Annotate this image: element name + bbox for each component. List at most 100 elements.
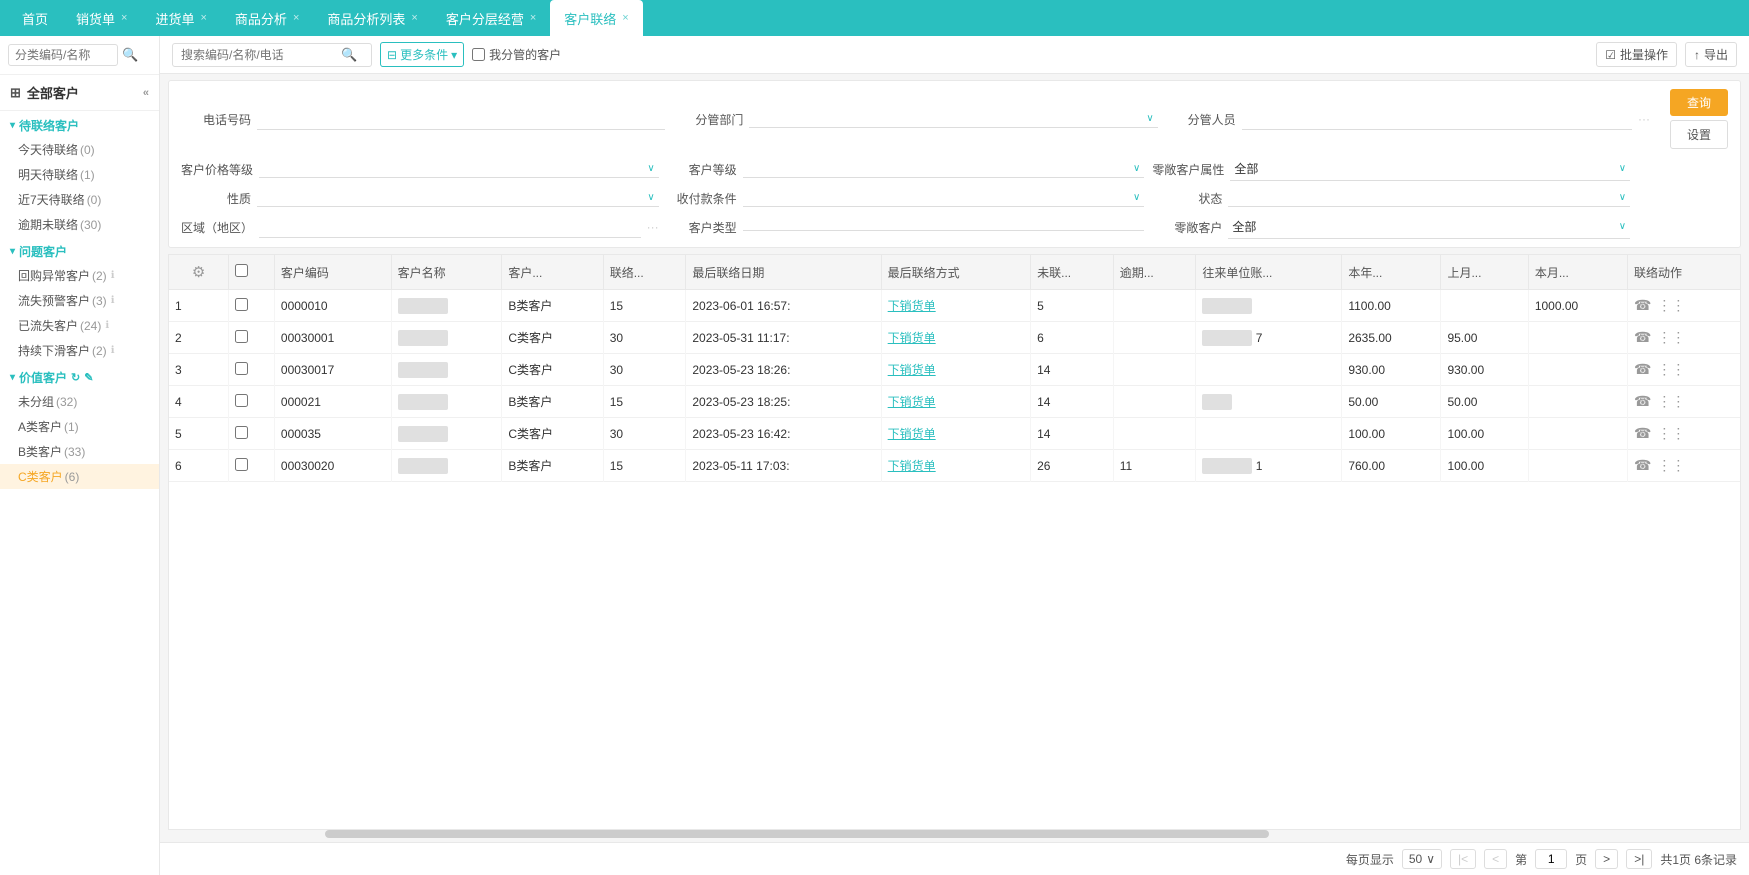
nav-customer-segmentation[interactable]: 客户分层经营 × — [432, 0, 550, 36]
contact-icon[interactable]: ☎ — [1634, 297, 1651, 314]
sidebar-item-repurchase-anomaly[interactable]: 回购异常客户 (2) ℹ — [0, 263, 159, 288]
sidebar-item-overdue-contact[interactable]: 逾期未联络 (30) — [0, 212, 159, 237]
sidebar-search-input[interactable] — [8, 44, 118, 66]
sidebar-item-tomorrow-contact[interactable]: 明天待联络 (1) — [0, 162, 159, 187]
nav-customer-contact[interactable]: 客户联络 × — [550, 0, 642, 36]
first-page-button[interactable]: |< — [1450, 849, 1476, 869]
row-checkbox[interactable] — [235, 330, 248, 343]
batch-operation-button[interactable]: ☑ 批量操作 — [1596, 42, 1677, 67]
filter-manager-input[interactable] — [1242, 109, 1632, 130]
page-input[interactable] — [1535, 849, 1567, 869]
filter-nature-select[interactable]: ∨ — [257, 189, 659, 207]
sidebar-item-class-b[interactable]: B类客户 (33) — [0, 439, 159, 464]
filter-price-level-select[interactable]: ∨ — [259, 160, 659, 178]
filter-retail-customer: 零敞客户 全部 ∨ — [1152, 215, 1630, 239]
filter-row-2: 客户价格等级 ∨ 客户等级 ∨ 零敞客户属性 全部 — [181, 157, 1728, 181]
nav-home[interactable]: 首页 — [8, 0, 62, 36]
filter-retail-attr-select[interactable]: 全部 ∨ — [1230, 157, 1630, 181]
contact-icon[interactable]: ☎ — [1634, 329, 1651, 346]
contact-icon[interactable]: ☎ — [1634, 393, 1651, 410]
td-last-month: 930.00 — [1441, 354, 1528, 386]
filter-phone-input[interactable] — [257, 109, 665, 130]
last-page-button[interactable]: >| — [1626, 849, 1652, 869]
sidebar-item-7day-contact[interactable]: 近7天待联络 (0) — [0, 187, 159, 212]
contact-icon[interactable]: ☎ — [1634, 361, 1651, 378]
row-checkbox[interactable] — [235, 458, 248, 471]
td-this-year: 760.00 — [1342, 450, 1441, 482]
nav-close-purchase-order[interactable]: × — [200, 12, 206, 24]
sidebar-group-problem[interactable]: ▾ 问题客户 — [0, 237, 159, 263]
sidebar-item-churned[interactable]: 已流失客户 (24) ℹ — [0, 313, 159, 338]
last-method-link[interactable]: 下销货单 — [888, 363, 936, 377]
sidebar-item-class-c[interactable]: C类客户 (6) — [0, 464, 159, 489]
sidebar-item-class-a[interactable]: A类客户 (1) — [0, 414, 159, 439]
contact-icon[interactable]: ☎ — [1634, 457, 1651, 474]
sidebar-all-customers[interactable]: ⊞ 全部客户 « — [0, 75, 159, 111]
prev-page-button[interactable]: < — [1484, 849, 1507, 869]
filter-customer-type-select[interactable] — [743, 224, 1145, 231]
filter-customer-level-select[interactable]: ∨ — [743, 160, 1145, 178]
sidebar-item-today-contact[interactable]: 今天待联络 (0) — [0, 137, 159, 162]
sidebar-item-churn-warning[interactable]: 流失预警客户 (3) ℹ — [0, 288, 159, 313]
td-checkbox — [229, 322, 275, 354]
search-input[interactable] — [181, 48, 341, 62]
nav-purchase-order[interactable]: 进货单 × — [141, 0, 220, 36]
sidebar-search-icon[interactable]: 🔍 — [122, 47, 138, 63]
page-size-select[interactable]: 50 ∨ — [1402, 849, 1442, 869]
toolbar-search-icon[interactable]: 🔍 — [341, 47, 357, 63]
contact-icon[interactable]: ☎ — [1634, 425, 1651, 442]
my-customers-checkbox[interactable]: 我分管的客户 — [472, 46, 561, 63]
region-dots-icon[interactable]: ··· — [647, 220, 659, 234]
last-method-link[interactable]: 下销货单 — [888, 299, 936, 313]
more-actions-icon[interactable]: ⋮⋮ — [1657, 297, 1685, 314]
filter-status-select[interactable]: ∨ — [1228, 189, 1630, 207]
nav-close-customer-contact[interactable]: × — [622, 12, 628, 24]
next-page-button[interactable]: > — [1595, 849, 1618, 869]
nav-close-product-analysis-list[interactable]: × — [411, 12, 417, 24]
filter-dept-select[interactable]: ∨ — [749, 110, 1157, 128]
filter-retail-customer-select[interactable]: 全部 ∨ — [1228, 215, 1630, 239]
horizontal-scrollbar[interactable] — [168, 830, 1741, 838]
row-checkbox[interactable] — [235, 362, 248, 375]
more-conditions-button[interactable]: ⊟ 更多条件 ▾ — [380, 42, 464, 67]
last-method-link[interactable]: 下销货单 — [888, 331, 936, 345]
filter-region-input[interactable] — [259, 217, 641, 238]
refresh-icon[interactable]: ↻ — [71, 371, 80, 384]
td-name — [391, 418, 502, 450]
settings-button[interactable]: 设置 — [1670, 120, 1728, 149]
td-type: C类客户 — [502, 322, 603, 354]
sidebar-item-declining[interactable]: 持续下滑客户 (2) ℹ — [0, 338, 159, 363]
scrollbar-thumb[interactable] — [325, 830, 1269, 838]
row-checkbox[interactable] — [235, 394, 248, 407]
nav-sales-order[interactable]: 销货单 × — [62, 0, 141, 36]
nav-close-product-analysis[interactable]: × — [293, 12, 299, 24]
filter-payment-select[interactable]: ∨ — [743, 189, 1145, 207]
my-customers-check[interactable] — [472, 48, 485, 61]
last-method-link[interactable]: 下销货单 — [888, 459, 936, 473]
table-row: 1 0000010 B类客户 15 2023-06-01 16:57: 下销货单… — [169, 290, 1740, 322]
th-last-method: 最后联络方式 — [881, 255, 1030, 290]
last-method-link[interactable]: 下销货单 — [888, 427, 936, 441]
row-checkbox[interactable] — [235, 426, 248, 439]
select-all-checkbox[interactable] — [235, 264, 248, 277]
more-actions-icon[interactable]: ⋮⋮ — [1657, 457, 1685, 474]
query-button[interactable]: 查询 — [1670, 89, 1728, 116]
sidebar-group-pending[interactable]: ▾ 待联络客户 — [0, 111, 159, 137]
sidebar-group-value[interactable]: ▾ 价值客户 ↻ ✎ — [0, 363, 159, 389]
nav-product-analysis[interactable]: 商品分析 × — [221, 0, 313, 36]
manager-dots-icon[interactable]: ··· — [1638, 112, 1650, 126]
more-actions-icon[interactable]: ⋮⋮ — [1657, 329, 1685, 346]
nav-product-analysis-list[interactable]: 商品分析列表 × — [313, 0, 431, 36]
column-settings-icon[interactable]: ⚙ — [188, 264, 209, 281]
sidebar-collapse-icon[interactable]: « — [143, 87, 149, 99]
more-actions-icon[interactable]: ⋮⋮ — [1657, 361, 1685, 378]
nav-close-customer-segmentation[interactable]: × — [530, 12, 536, 24]
last-method-link[interactable]: 下销货单 — [888, 395, 936, 409]
export-button[interactable]: ↑ 导出 — [1685, 42, 1737, 67]
edit-icon[interactable]: ✎ — [84, 371, 93, 384]
row-checkbox[interactable] — [235, 298, 248, 311]
nav-close-sales-order[interactable]: × — [121, 12, 127, 24]
more-actions-icon[interactable]: ⋮⋮ — [1657, 393, 1685, 410]
sidebar-item-unclassified[interactable]: 未分组 (32) — [0, 389, 159, 414]
more-actions-icon[interactable]: ⋮⋮ — [1657, 425, 1685, 442]
